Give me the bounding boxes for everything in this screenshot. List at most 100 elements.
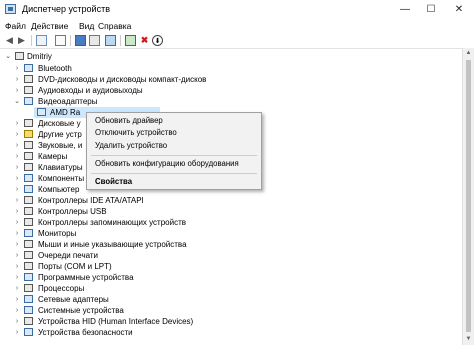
tree-item-computer[interactable]: › Компьютер <box>0 184 84 195</box>
menu-update-driver[interactable]: Обновить драйвер <box>95 115 163 127</box>
tree-item-other-devices[interactable]: › Другие устр <box>0 129 84 140</box>
tree-item-monitors[interactable]: › Мониторы <box>0 228 300 239</box>
toolbar: ◀ ▶ ✖ ⬇ <box>0 33 474 49</box>
keyboard-icon <box>24 163 33 171</box>
chevron-right-icon[interactable]: › <box>13 272 21 283</box>
tree-item-cameras[interactable]: › Камеры <box>0 151 84 162</box>
controller-icon <box>24 196 33 204</box>
forward-arrow-icon[interactable]: ▶ <box>16 35 27 46</box>
chevron-right-icon[interactable]: › <box>13 63 21 74</box>
chevron-right-icon[interactable]: › <box>13 195 21 206</box>
chevron-down-icon[interactable]: ⌄ <box>13 96 21 107</box>
tree-item-processors[interactable]: › Процессоры <box>0 283 300 294</box>
printer-icon <box>24 251 33 259</box>
menu-help[interactable]: Справка <box>98 21 131 31</box>
menu-bar: Файл Действие Вид Справка <box>0 19 474 33</box>
chevron-right-icon[interactable]: › <box>13 228 21 239</box>
tree-item-network-adapters[interactable]: › Сетевые адаптеры <box>0 294 300 305</box>
chevron-right-icon[interactable]: › <box>13 217 21 228</box>
tree-item-disk-drives[interactable]: › Дисковые у <box>0 118 84 129</box>
menu-view[interactable]: Вид <box>79 21 94 31</box>
tree-root[interactable]: ⌄ Dmitriy <box>0 51 220 62</box>
chevron-right-icon[interactable]: › <box>13 118 21 129</box>
network-adapter-icon <box>24 295 33 303</box>
menu-separator <box>91 173 257 174</box>
scan-monitor-icon[interactable] <box>105 35 116 46</box>
tree-item-security-devices[interactable]: › Устройства безопасности <box>0 327 300 338</box>
scroll-down-icon[interactable]: ▼ <box>463 334 474 344</box>
chevron-right-icon[interactable]: › <box>13 173 21 184</box>
chevron-right-icon[interactable]: › <box>13 239 21 250</box>
tree-item-software-devices[interactable]: › Программные устройства <box>0 272 300 283</box>
chevron-right-icon[interactable]: › <box>13 327 21 338</box>
close-button[interactable]: ✕ <box>448 2 470 17</box>
tree-item-keyboards[interactable]: › Клавиатуры <box>0 162 84 173</box>
unknown-device-icon <box>24 130 33 138</box>
display-adapter-icon <box>37 108 46 116</box>
properties-icon[interactable] <box>36 35 47 46</box>
chevron-right-icon[interactable]: › <box>13 74 21 85</box>
chevron-right-icon[interactable]: › <box>13 85 21 96</box>
menu-scan-hardware[interactable]: Обновить конфигурацию оборудования <box>95 158 239 170</box>
tree-item-system-devices[interactable]: › Системные устройства <box>0 305 300 316</box>
window-title: Диспетчер устройств <box>22 4 110 14</box>
help-icon[interactable] <box>75 35 86 46</box>
monitor-icon <box>24 229 33 237</box>
scrollbar-thumb[interactable] <box>466 60 471 332</box>
menu-properties[interactable]: Свойства <box>95 176 132 188</box>
tree-item-ports[interactable]: › Порты (COM и LPT) <box>0 261 300 272</box>
mouse-icon <box>24 240 33 248</box>
view-icon[interactable] <box>89 35 100 46</box>
back-arrow-icon[interactable]: ◀ <box>4 35 15 46</box>
dvd-drive-icon <box>24 75 33 83</box>
menu-separator <box>91 155 257 156</box>
tree-item-audio-io[interactable]: › Аудиовходы и аудиовыходы <box>0 85 300 96</box>
download-icon[interactable]: ⬇ <box>152 35 163 46</box>
menu-action[interactable]: Действие <box>31 21 68 31</box>
chevron-down-icon[interactable]: ⌄ <box>4 51 12 62</box>
menu-remove-device[interactable]: Удалить устройство <box>95 140 167 152</box>
menu-file[interactable]: Файл <box>5 21 26 31</box>
tree-item-components[interactable]: › Компоненты <box>0 173 84 184</box>
chevron-right-icon[interactable]: › <box>13 283 21 294</box>
chevron-right-icon[interactable]: › <box>13 305 21 316</box>
chevron-right-icon[interactable]: › <box>13 206 21 217</box>
chevron-right-icon[interactable]: › <box>13 184 21 195</box>
tree-item-dvd[interactable]: › DVD-дисководы и дисководы компакт-диск… <box>0 74 300 85</box>
chevron-right-icon[interactable]: › <box>13 261 21 272</box>
tree-item-storage-controllers[interactable]: › Контроллеры запоминающих устройств <box>0 217 300 228</box>
show-hidden-icon[interactable] <box>55 35 66 46</box>
bluetooth-icon <box>24 64 33 72</box>
chevron-right-icon[interactable]: › <box>13 129 21 140</box>
menu-disable-device[interactable]: Отключить устройство <box>95 127 177 139</box>
port-icon <box>24 262 33 270</box>
chevron-right-icon[interactable]: › <box>13 151 21 162</box>
update-driver-icon[interactable] <box>125 35 136 46</box>
tree-item-print-queues[interactable]: › Очереди печати <box>0 250 300 261</box>
chevron-right-icon[interactable]: › <box>13 162 21 173</box>
display-adapter-icon <box>24 97 33 105</box>
disk-drive-icon <box>24 119 33 127</box>
software-device-icon <box>24 273 33 281</box>
chevron-right-icon[interactable]: › <box>13 140 21 151</box>
camera-icon <box>24 152 33 160</box>
context-menu: Обновить драйвер Отключить устройство Уд… <box>86 112 262 190</box>
tree-item-ide-controllers[interactable]: › Контроллеры IDE ATA/ATAPI <box>0 195 300 206</box>
speaker-icon <box>24 86 33 94</box>
vertical-scrollbar[interactable]: ▲ ▼ <box>462 48 474 345</box>
tree-item-usb-controllers[interactable]: › Контроллеры USB <box>0 206 300 217</box>
processor-icon <box>24 284 33 292</box>
chevron-right-icon[interactable]: › <box>13 250 21 261</box>
chevron-right-icon[interactable]: › <box>13 294 21 305</box>
tree-item-hid[interactable]: › Устройства HID (Human Interface Device… <box>0 316 300 327</box>
maximize-button[interactable]: ☐ <box>420 2 442 17</box>
remove-device-icon[interactable]: ✖ <box>139 35 150 46</box>
toolbar-separator <box>120 35 121 46</box>
chevron-right-icon[interactable]: › <box>13 316 21 327</box>
tree-item-sound[interactable]: › Звуковые, и <box>0 140 84 151</box>
minimize-button[interactable]: — <box>394 2 416 17</box>
tree-item-bluetooth[interactable]: › Bluetooth <box>0 63 300 74</box>
scroll-up-icon[interactable]: ▲ <box>463 48 474 58</box>
tree-item-display-adapters[interactable]: ⌄ Видеоадаптеры <box>0 96 300 107</box>
tree-item-mice[interactable]: › Мыши и иные указывающие устройства <box>0 239 300 250</box>
